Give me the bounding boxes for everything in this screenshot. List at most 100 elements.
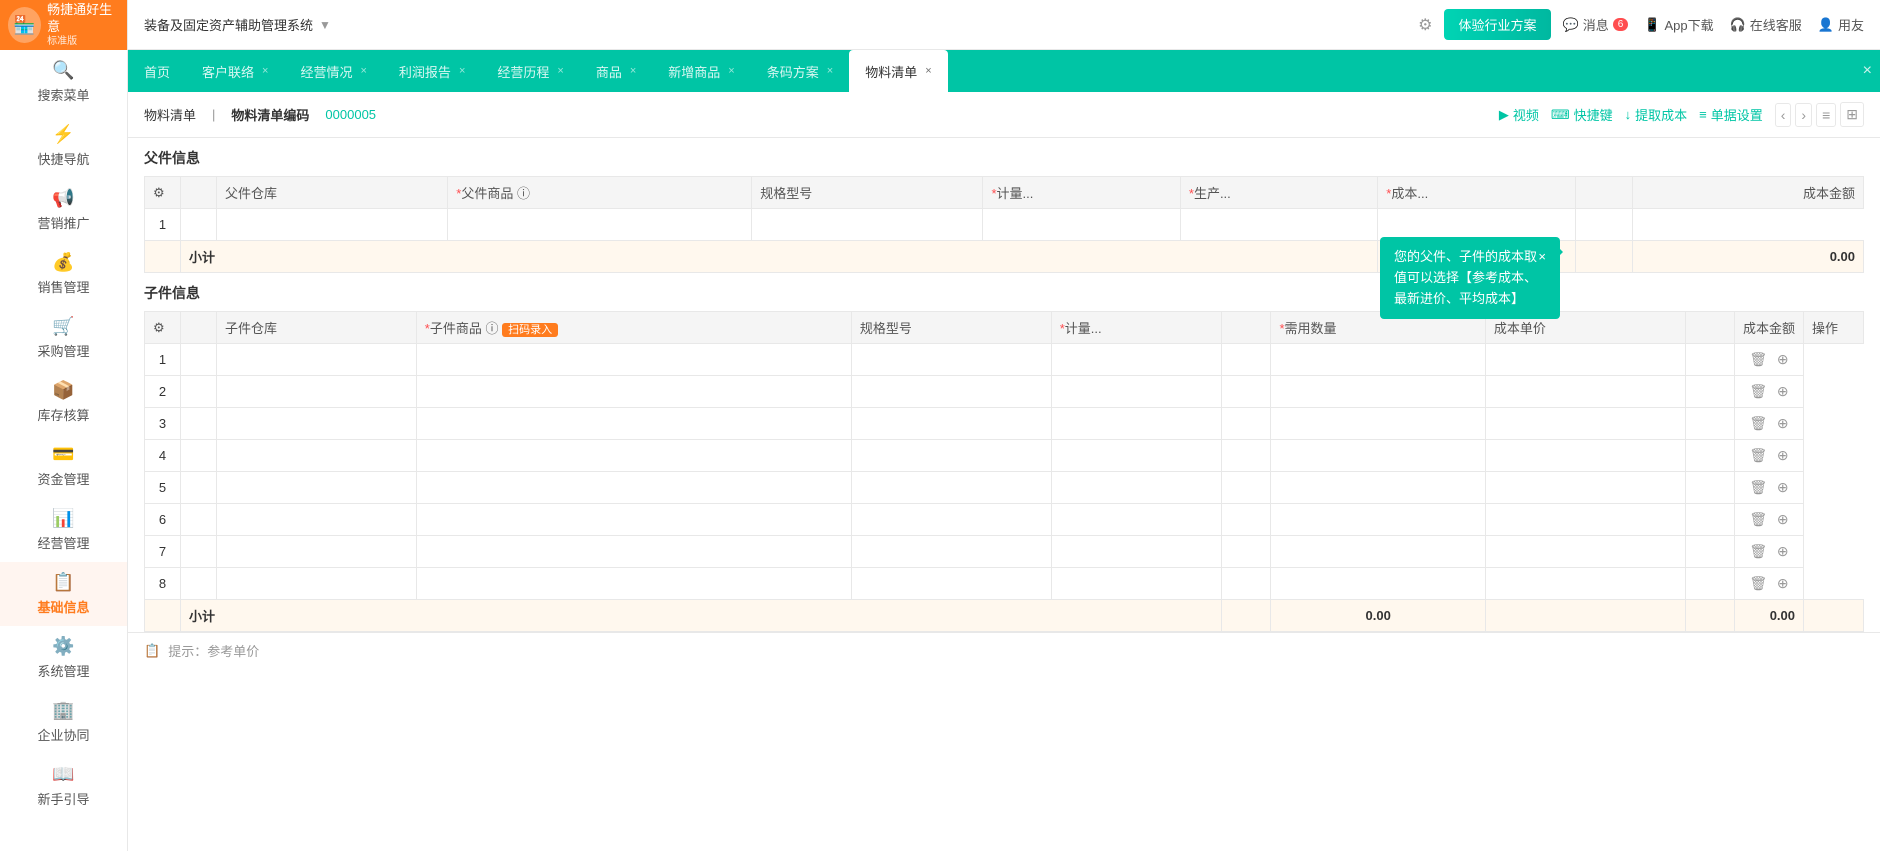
child-subtotal-qty: 0.00 [1271, 600, 1485, 632]
tab-new-goods[interactable]: 新增商品× [652, 50, 750, 92]
copy-row-4-icon[interactable]: ⊕ [1777, 447, 1789, 463]
copy-row-3-icon[interactable]: ⊕ [1777, 415, 1789, 431]
close-tab-new-goods[interactable]: × [728, 65, 734, 77]
keyboard-icon: ⌨ [1551, 107, 1570, 123]
message-action[interactable]: 💬 消息 6 [1563, 15, 1629, 34]
sidebar-item-quick-nav[interactable]: ⚡ 快捷导航 [0, 114, 127, 178]
user-icon: 👤 [1818, 17, 1834, 33]
delete-row-5-icon[interactable]: 🗑 [1749, 479, 1767, 495]
sidebar-item-sales[interactable]: 💰 销售管理 [0, 242, 127, 306]
close-tab-profit[interactable]: × [459, 65, 465, 77]
parent-row-1-production[interactable] [983, 209, 1180, 241]
sidebar-item-basic-info[interactable]: 📋 基础信息 [0, 562, 127, 626]
tab-barcode[interactable]: 条码方案× [751, 50, 849, 92]
child-row-4: 4 🗑 ⊕ [145, 440, 1864, 472]
copy-row-2-icon[interactable]: ⊕ [1777, 383, 1789, 399]
sidebar-item-guide[interactable]: 📖 新手引导 [0, 754, 127, 818]
delete-row-8-icon[interactable]: 🗑 [1749, 575, 1767, 591]
parent-row-1-cost[interactable] [1180, 209, 1377, 241]
trial-button[interactable]: 体验行业方案 [1444, 9, 1550, 40]
logo-text: 畅捷通好生意 标准版 [47, 2, 119, 49]
sidebar-item-inventory[interactable]: 📦 库存核算 [0, 370, 127, 434]
close-all-icon[interactable]: × [1863, 62, 1872, 80]
menu-icon[interactable]: ≡ [1816, 103, 1836, 127]
sidebar: 🏪 畅捷通好生意 标准版 🔍 搜索菜单 ⚡ 快捷导航 📢 营销推广 💰 销售管理… [0, 0, 128, 851]
sidebar-item-enterprise[interactable]: 🏢 企业协同 [0, 690, 127, 754]
tab-close-all[interactable]: × [1863, 62, 1880, 80]
parent-row-1-unit[interactable] [752, 209, 983, 241]
parent-row-1-warehouse[interactable] [181, 209, 217, 241]
tab-operations[interactable]: 经营情况× [284, 50, 382, 92]
parent-row-1-product[interactable] [217, 209, 448, 241]
copy-row-6-icon[interactable]: ⊕ [1777, 511, 1789, 527]
copy-row-5-icon[interactable]: ⊕ [1777, 479, 1789, 495]
scan-btn[interactable]: 扫码录入 [502, 323, 558, 337]
user-action[interactable]: 👤 用友 [1818, 15, 1864, 34]
copy-row-8-icon[interactable]: ⊕ [1777, 575, 1789, 591]
expand-icon[interactable]: ⊞ [1840, 102, 1864, 127]
online-service-action[interactable]: 🎧 在线客服 [1730, 15, 1802, 34]
child-row-5: 5 🗑 ⊕ [145, 472, 1864, 504]
copy-row-7-icon[interactable]: ⊕ [1777, 543, 1789, 559]
doc-settings-action[interactable]: ≡ 单据设置 [1699, 105, 1763, 124]
tab-history[interactable]: 经营历程× [481, 50, 579, 92]
sidebar-item-purchase[interactable]: 🛒 采购管理 [0, 306, 127, 370]
copy-row-1-icon[interactable]: ⊕ [1777, 351, 1789, 367]
close-tab-barcode[interactable]: × [827, 65, 833, 77]
delete-row-4-icon[interactable]: 🗑 [1749, 447, 1767, 463]
child-row-2-warehouse[interactable] [181, 376, 217, 408]
parent-section: 父件信息 ⚙ 父件仓库 *父件商品 ⓘ 规格型号 *计量... *生产... *… [128, 138, 1880, 273]
sidebar-item-search[interactable]: 🔍 搜索菜单 [0, 50, 127, 114]
child-row-1-spec[interactable] [416, 344, 851, 376]
tooltip-close-btn[interactable]: × [1538, 247, 1546, 268]
child-row-1-unit[interactable] [851, 344, 1051, 376]
logo-area: 🏪 畅捷通好生意 标准版 [0, 0, 127, 50]
prev-page-icon[interactable]: ‹ [1775, 103, 1792, 127]
child-row-2-product[interactable] [217, 376, 417, 408]
breadcrumb-bom[interactable]: 物料清单 [144, 105, 196, 124]
shortcut-action[interactable]: ⌨ 快捷键 [1551, 105, 1613, 124]
child-row-4-actions: 🗑 ⊕ [1734, 440, 1803, 472]
tab-bom[interactable]: 物料清单× [849, 50, 947, 92]
app-download-action[interactable]: 📱 App下载 [1644, 15, 1713, 34]
extract-cost-action[interactable]: ↓ 提取成本 [1625, 105, 1688, 124]
phone-icon: 📱 [1644, 17, 1660, 33]
close-tab-history[interactable]: × [557, 65, 563, 77]
search-icon: 🔍 [52, 60, 74, 81]
child-row-1-unit-cost[interactable] [1271, 344, 1485, 376]
sidebar-item-operations[interactable]: 📊 经营管理 [0, 498, 127, 562]
close-tab-bom[interactable]: × [925, 65, 931, 77]
delete-row-1-icon[interactable]: 🗑 [1749, 351, 1767, 367]
sidebar-item-marketing[interactable]: 📢 营销推广 [0, 178, 127, 242]
child-row-1-qty[interactable] [1222, 344, 1271, 376]
next-page-icon[interactable]: › [1795, 103, 1812, 127]
child-row-1-warehouse[interactable] [181, 344, 217, 376]
hint-icon: 📋 [144, 643, 160, 659]
close-tab-goods[interactable]: × [630, 65, 636, 77]
parent-col-warehouse: 父件仓库 [217, 177, 448, 209]
child-subtotal-label: 小计 [181, 600, 1222, 632]
child-row-1-amount [1685, 344, 1734, 376]
video-action[interactable]: ▶ 视频 [1499, 105, 1539, 124]
tab-goods[interactable]: 商品× [580, 50, 652, 92]
close-tab-customer[interactable]: × [262, 65, 268, 77]
child-col-product: *子件商品 ⓘ 扫码录入 [416, 312, 851, 344]
parent-col-product: *父件商品 ⓘ [448, 177, 752, 209]
tab-home[interactable]: 首页 [128, 50, 186, 92]
parent-col-num [181, 177, 217, 209]
sidebar-item-system[interactable]: ⚙️ 系统管理 [0, 626, 127, 690]
delete-row-3-icon[interactable]: 🗑 [1749, 415, 1767, 431]
parent-col-spec: 规格型号 [752, 177, 983, 209]
parent-col-gear[interactable]: ⚙ [145, 177, 181, 209]
child-col-gear[interactable]: ⚙ [145, 312, 181, 344]
delete-row-7-icon[interactable]: 🗑 [1749, 543, 1767, 559]
child-row-1-product[interactable] [217, 344, 417, 376]
tab-customer[interactable]: 客户联络× [186, 50, 284, 92]
parent-row-1-spec[interactable] [448, 209, 752, 241]
sidebar-item-finance[interactable]: 💳 资金管理 [0, 434, 127, 498]
close-tab-operations[interactable]: × [360, 65, 366, 77]
delete-row-6-icon[interactable]: 🗑 [1749, 511, 1767, 527]
settings-icon[interactable]: ⚙ [1418, 15, 1432, 35]
delete-row-2-icon[interactable]: 🗑 [1749, 383, 1767, 399]
tab-profit[interactable]: 利润报告× [383, 50, 481, 92]
